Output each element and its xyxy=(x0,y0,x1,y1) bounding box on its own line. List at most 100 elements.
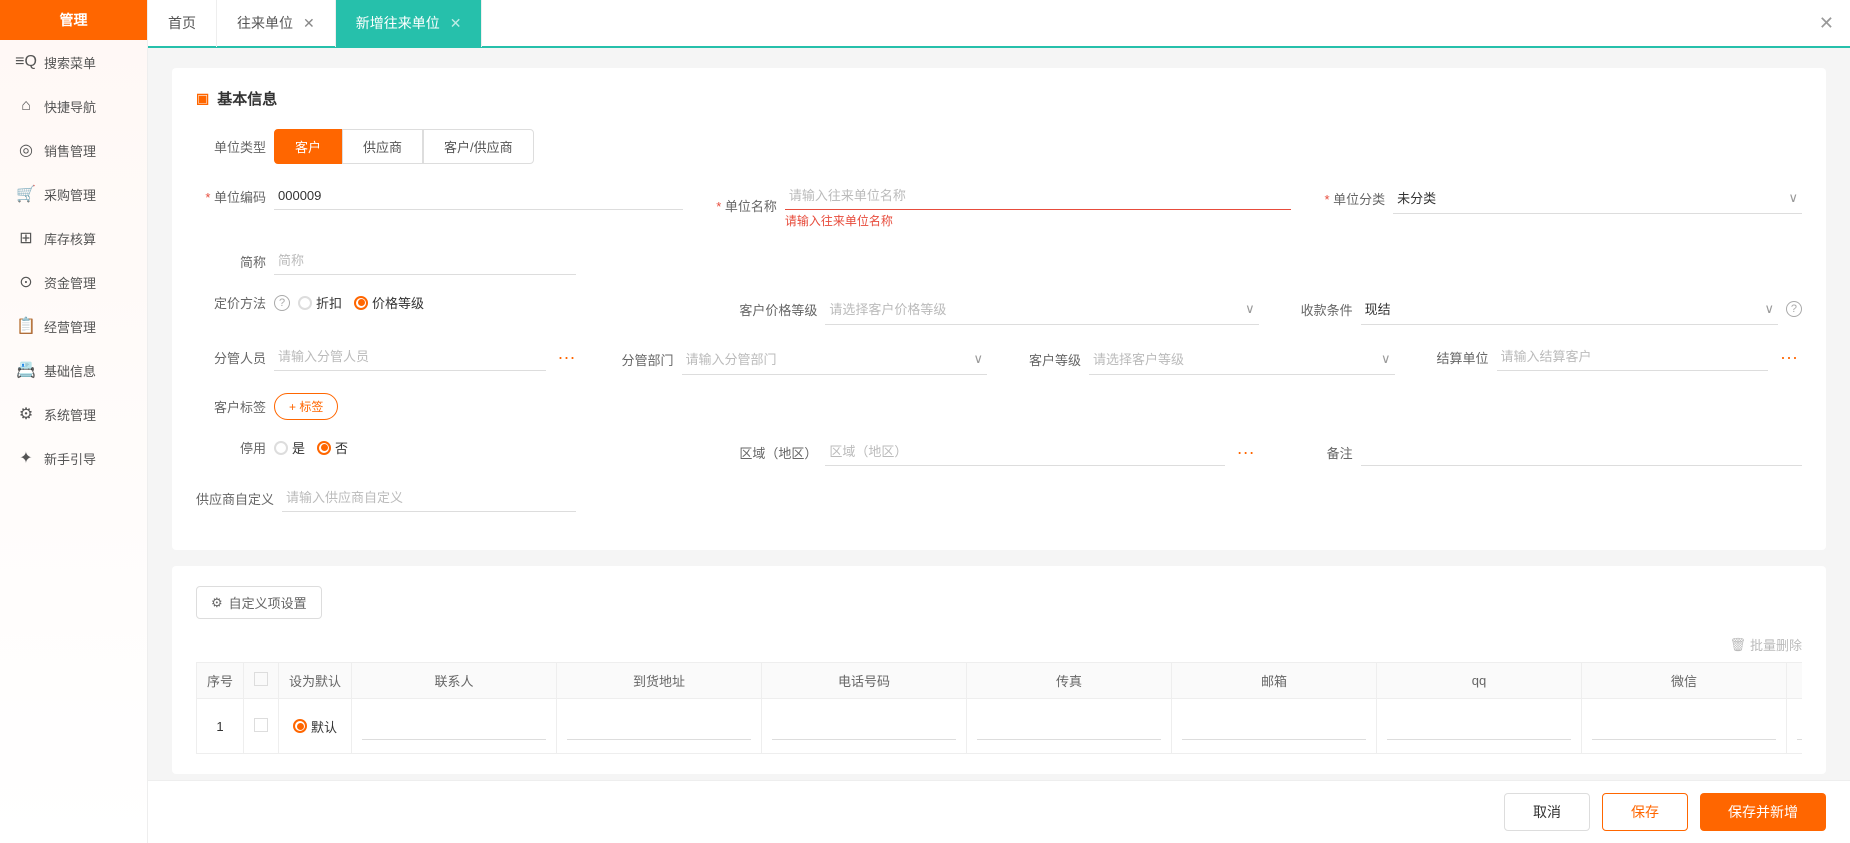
manager-row: 分管人员 ··· 分管部门 请输入分管部门 ∨ 客户等级 请选择客户等级 ∨ xyxy=(196,343,1802,375)
pricing-help-icon[interactable]: ? xyxy=(274,295,290,311)
abbreviation-label: 简称 xyxy=(196,252,266,271)
default-circle xyxy=(293,719,307,733)
row-region-input[interactable] xyxy=(1797,712,1802,740)
unit-type-both-btn[interactable]: 客户/供应商 xyxy=(423,129,534,164)
guide-icon: ✦ xyxy=(16,448,36,468)
manager-input[interactable] xyxy=(274,343,546,371)
col-default: 设为默认 xyxy=(279,663,352,699)
row-qq xyxy=(1377,699,1582,754)
sidebar-item-inventory[interactable]: ⊞ 库存核算 xyxy=(0,216,147,260)
col-region: 所在地区 xyxy=(1787,663,1802,699)
sidebar-item-purchase[interactable]: 🛒 采购管理 xyxy=(0,172,147,216)
phone-input[interactable] xyxy=(772,712,956,740)
tag-row: 客户标签 + 标签 xyxy=(196,393,1802,420)
tab-new-partner[interactable]: 新增往来单位 ✕ xyxy=(336,0,483,47)
sidebar-item-basic-info[interactable]: 📇 基础信息 xyxy=(0,348,147,392)
row-fax xyxy=(967,699,1172,754)
sidebar-item-operations[interactable]: 📋 经营管理 xyxy=(0,304,147,348)
sidebar-item-quick-nav[interactable]: ⌂ 快捷导航 xyxy=(0,84,147,128)
sidebar-item-finance[interactable]: ⊙ 资金管理 xyxy=(0,260,147,304)
supplier-custom-input[interactable] xyxy=(282,484,576,512)
select-all-checkbox[interactable] xyxy=(254,672,268,686)
department-label: 分管部门 xyxy=(604,350,674,369)
settlement-input[interactable] xyxy=(1497,343,1769,371)
code-name-category-row: 单位编码 单位名称 请输入往来单位名称 单位分类 未分类 xyxy=(196,182,1802,229)
customer-level-select[interactable]: 请选择客户等级 ∨ xyxy=(1089,343,1395,375)
notes-label: 备注 xyxy=(1283,443,1353,462)
batch-delete-button[interactable]: 🗑 批量删除 xyxy=(1729,635,1802,654)
pricing-method-field: 定价方法 ? 折扣 价格等级 xyxy=(196,293,715,312)
sidebar-item-label: 快捷导航 xyxy=(44,97,96,116)
row-phone xyxy=(762,699,967,754)
save-button[interactable]: 保存 xyxy=(1602,793,1688,831)
disabled-radio-group: 是 否 xyxy=(274,438,348,457)
manager-more-icon[interactable]: ··· xyxy=(554,348,580,366)
abbreviation-row: 简称 xyxy=(196,247,1802,275)
customer-price-label: 客户价格等级 xyxy=(739,300,817,319)
region-more-icon[interactable]: ··· xyxy=(1233,443,1259,461)
sidebar-item-guide[interactable]: ✦ 新手引导 xyxy=(0,436,147,480)
settlement-more-icon[interactable]: ··· xyxy=(1776,348,1802,366)
department-select[interactable]: 请输入分管部门 ∨ xyxy=(682,343,988,375)
settings-gear-icon: ⚙ xyxy=(211,595,223,611)
save-and-new-button[interactable]: 保存并新增 xyxy=(1700,793,1826,831)
unit-type-customer-btn[interactable]: 客户 xyxy=(274,129,342,164)
tab-home[interactable]: 首页 xyxy=(148,0,217,47)
pricing-row: 定价方法 ? 折扣 价格等级 客户价格等级 xyxy=(196,293,1802,325)
unit-code-label: 单位编码 xyxy=(196,187,266,206)
row-default-radio[interactable]: 默认 xyxy=(289,717,341,736)
sidebar-item-label: 采购管理 xyxy=(44,185,96,204)
region-input[interactable] xyxy=(825,438,1224,466)
disabled-no-circle xyxy=(317,441,331,455)
unit-category-select[interactable]: 未分类 ∨ xyxy=(1393,182,1802,214)
payment-terms-value: 现结 xyxy=(1365,299,1391,318)
sidebar-item-system[interactable]: ⚙ 系统管理 xyxy=(0,392,147,436)
region-label: 区域（地区） xyxy=(739,443,817,462)
pricing-level-radio[interactable]: 价格等级 xyxy=(354,293,424,312)
disabled-yes-radio[interactable]: 是 xyxy=(274,438,305,457)
custom-settings-button[interactable]: ⚙ 自定义项设置 xyxy=(196,586,322,619)
payment-terms-help-icon[interactable]: ? xyxy=(1786,301,1802,317)
unit-name-input[interactable] xyxy=(785,182,1291,210)
table-body: 1 默认 xyxy=(197,699,1803,754)
basic-info-icon: 📇 xyxy=(16,360,36,380)
wechat-input[interactable] xyxy=(1592,712,1776,740)
payment-terms-field: 收款条件 现结 ∨ ? xyxy=(1283,293,1802,325)
sidebar-item-search[interactable]: ≡Q 搜索菜单 xyxy=(0,40,147,84)
pricing-discount-radio[interactable]: 折扣 xyxy=(298,293,342,312)
customer-price-placeholder: 请选择客户价格等级 xyxy=(829,299,946,318)
supplier-custom-row: 供应商自定义 xyxy=(196,484,1802,512)
unit-category-label: 单位分类 xyxy=(1315,189,1385,208)
sidebar-item-label: 库存核算 xyxy=(44,229,96,248)
supplier-custom-label: 供应商自定义 xyxy=(196,489,274,508)
email-input[interactable] xyxy=(1182,712,1366,740)
fax-input[interactable] xyxy=(977,712,1161,740)
tab-new-partner-close[interactable]: ✕ xyxy=(450,15,462,32)
contact-input[interactable] xyxy=(362,712,546,740)
unit-type-supplier-btn[interactable]: 供应商 xyxy=(342,129,423,164)
tab-partners[interactable]: 往来单位 ✕ xyxy=(217,0,336,47)
add-tag-button[interactable]: + 标签 xyxy=(274,393,338,420)
tab-partners-close[interactable]: ✕ xyxy=(303,15,315,32)
disabled-no-radio[interactable]: 否 xyxy=(317,438,348,457)
payment-terms-arrow-icon: ∨ xyxy=(1764,301,1774,317)
sidebar-item-sales[interactable]: ◎ 销售管理 xyxy=(0,128,147,172)
sidebar-item-label: 新手引导 xyxy=(44,449,96,468)
department-field: 分管部门 请输入分管部门 ∨ xyxy=(604,343,988,375)
address-input[interactable] xyxy=(567,712,751,740)
unit-type-row: 单位类型 客户 供应商 客户/供应商 xyxy=(196,129,1802,164)
notes-input[interactable] xyxy=(1361,438,1802,466)
customer-level-field: 客户等级 请选择客户等级 ∨ xyxy=(1011,343,1395,375)
close-all-tabs-button[interactable]: ✕ xyxy=(1803,13,1850,34)
tab-bar: 首页 往来单位 ✕ 新增往来单位 ✕ ✕ xyxy=(148,0,1850,48)
payment-terms-select[interactable]: 现结 ∨ xyxy=(1361,293,1778,325)
qq-input[interactable] xyxy=(1387,712,1571,740)
unit-code-input[interactable] xyxy=(274,182,683,210)
department-placeholder: 请输入分管部门 xyxy=(686,349,777,368)
cancel-button[interactable]: 取消 xyxy=(1504,793,1590,831)
abbreviation-input[interactable] xyxy=(274,247,576,275)
section-title: ▣ 基本信息 xyxy=(196,88,1802,109)
tag-label: 客户标签 xyxy=(196,397,266,416)
customer-price-select[interactable]: 请选择客户价格等级 ∨ xyxy=(825,293,1258,325)
row-checkbox[interactable] xyxy=(254,718,268,732)
